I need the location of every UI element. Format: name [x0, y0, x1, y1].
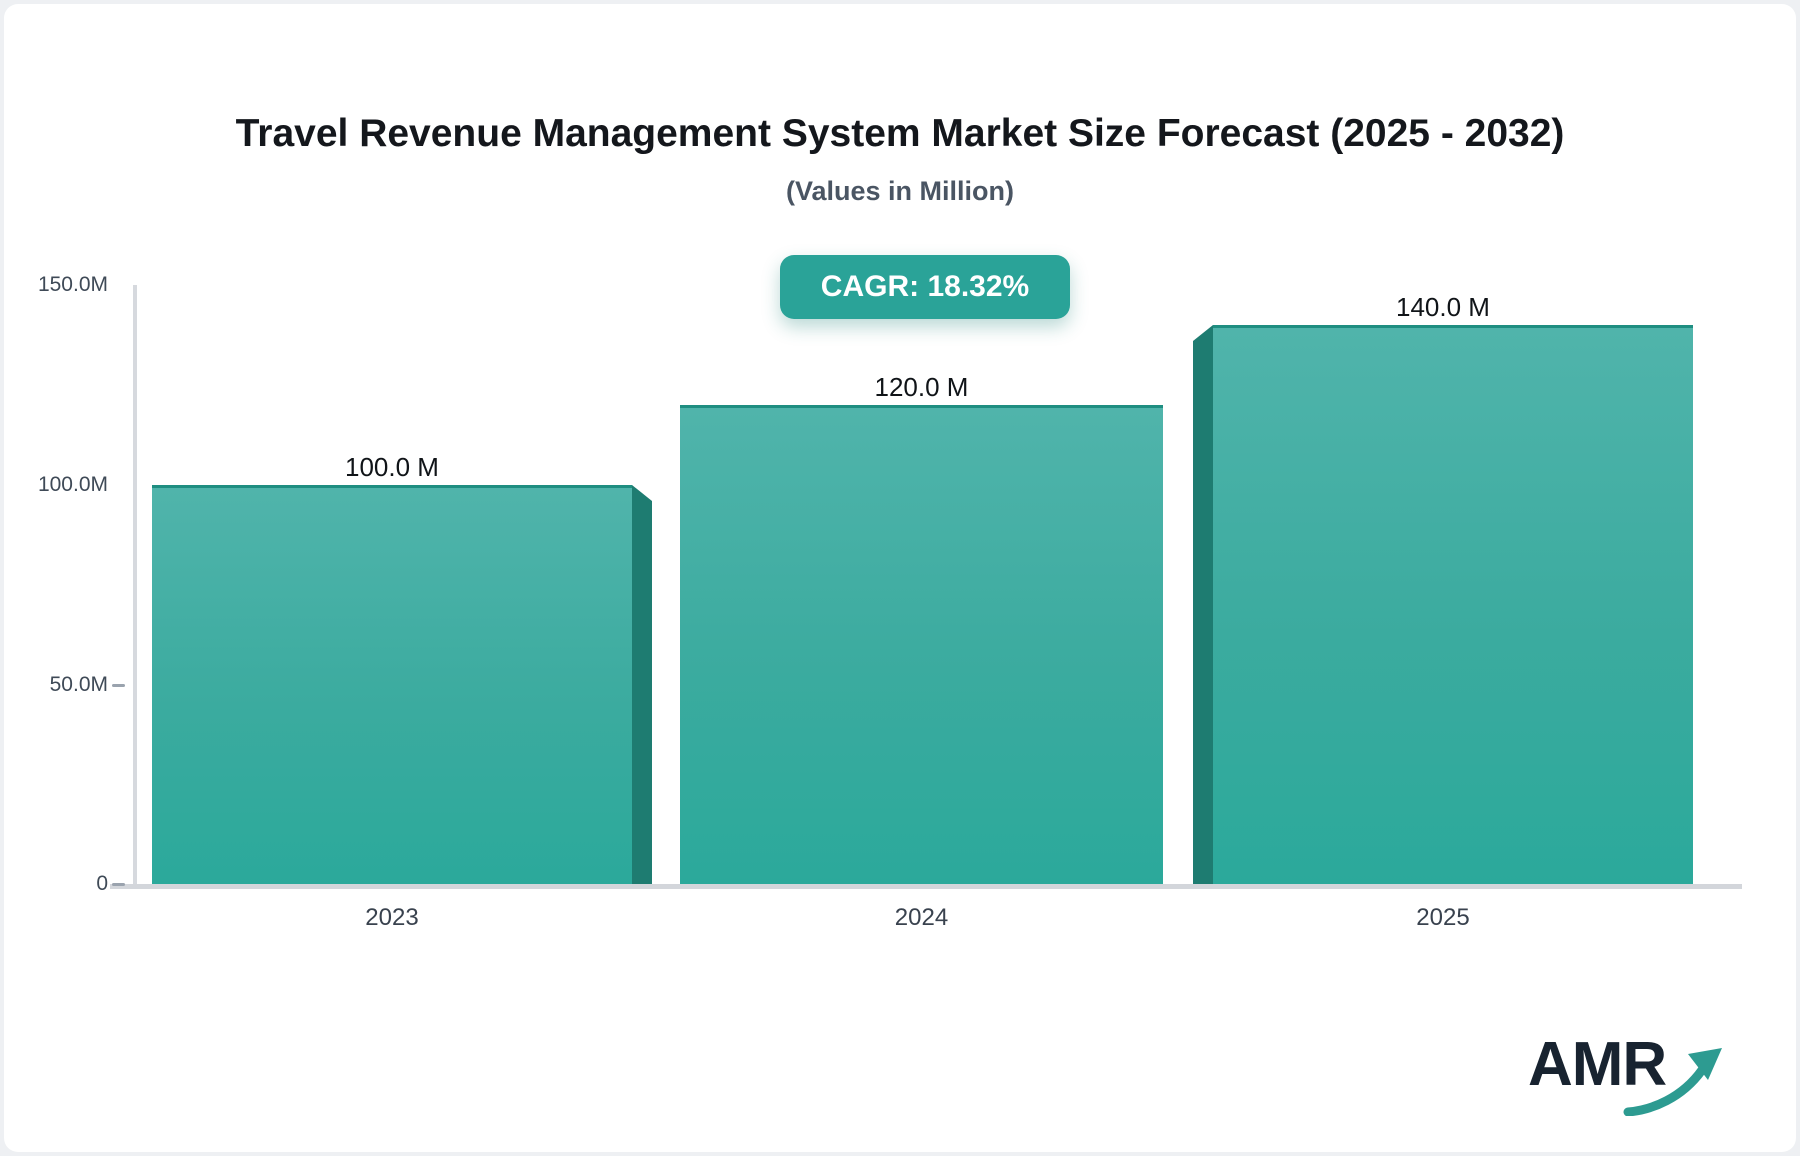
- y-axis-tick-50m: [112, 684, 125, 687]
- bar-2025[interactable]: [1213, 325, 1693, 884]
- y-axis-label-150m: 150.0M: [37, 273, 108, 296]
- bar-2025-side-shadow: [1193, 325, 1213, 884]
- y-axis-label-50m: 50.0M: [49, 673, 108, 696]
- y-axis-tick-0: [112, 883, 125, 886]
- bar-2023-value-label: 100.0 M: [345, 452, 439, 482]
- x-axis-line: [110, 884, 1742, 889]
- chart-subtitle: (Values in Million): [785, 176, 1015, 206]
- growth-arrow-icon: [1623, 1048, 1722, 1116]
- x-axis-label-2024: 2024: [894, 904, 949, 931]
- bar-2023[interactable]: [152, 485, 632, 884]
- bar-2023-side-shadow: [632, 485, 652, 884]
- cagr-badge: CAGR: 18.32%: [780, 255, 1070, 319]
- x-axis-label-2023: 2023: [365, 904, 419, 931]
- y-axis-label-100m: 100.0M: [37, 473, 108, 496]
- bar-2024[interactable]: [680, 405, 1163, 884]
- y-axis-line: [133, 285, 137, 889]
- amr-logo: AMR: [1528, 1032, 1738, 1118]
- chart-stage: Travel Revenue Management System Market …: [0, 0, 1800, 1156]
- chart-title: Travel Revenue Management System Market …: [235, 112, 1565, 155]
- bar-2024-value-label: 120.0 M: [874, 372, 969, 402]
- y-axis-label-0: 0: [96, 872, 108, 895]
- x-axis-label-2025: 2025: [1416, 904, 1470, 931]
- bar-2025-value-label: 140.0 M: [1396, 292, 1490, 322]
